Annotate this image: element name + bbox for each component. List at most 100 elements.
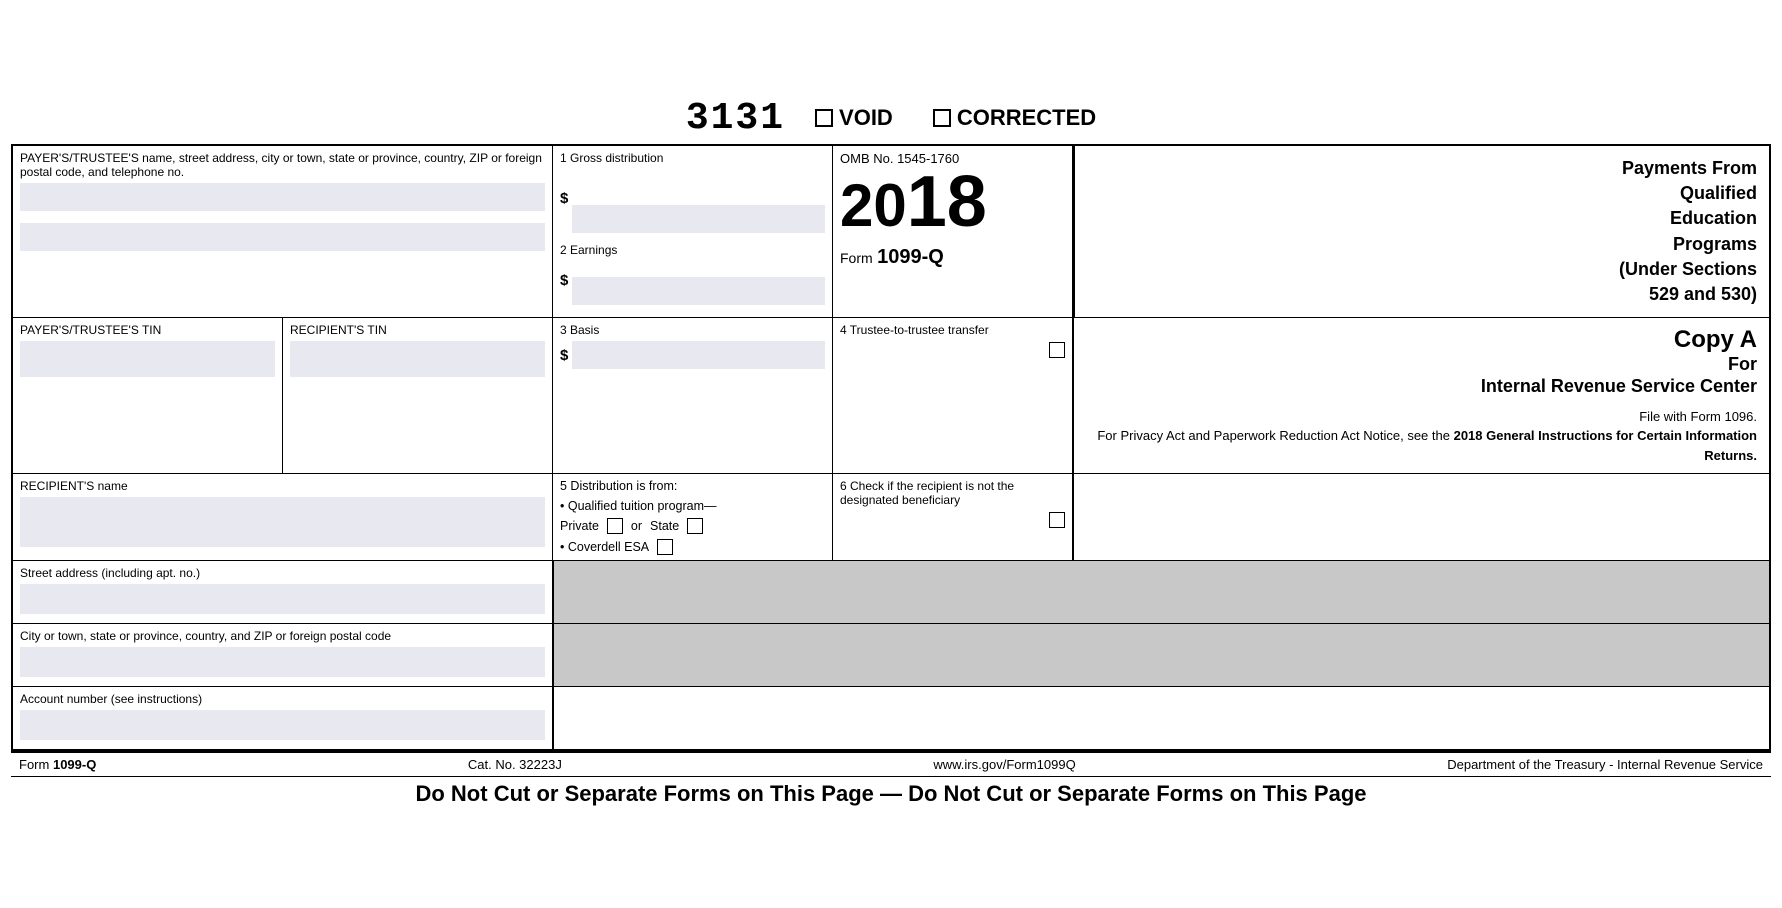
city-input[interactable]	[20, 647, 545, 677]
recipient-tin-input[interactable]	[290, 341, 545, 377]
void-checkbox[interactable]	[815, 109, 833, 127]
basis-cell: 3 Basis $	[553, 318, 833, 473]
state-label: State	[650, 519, 679, 533]
gray-cell-r6	[553, 687, 1769, 749]
private-checkbox[interactable]	[607, 518, 623, 534]
footer-form-id-val: 1099-Q	[53, 757, 96, 772]
check-recip-checkbox[interactable]	[1049, 512, 1065, 528]
trustee-checkbox[interactable]	[1049, 342, 1065, 358]
copy-a-irs: Internal Revenue Service Center	[1086, 375, 1757, 398]
street-label: Street address (including apt. no.)	[20, 566, 545, 580]
row1: PAYER'S/TRUSTEE'S name, street address, …	[13, 146, 1769, 318]
title-line3: Education	[1087, 206, 1757, 231]
row4: Street address (including apt. no.)	[13, 561, 1769, 624]
year-display: 2018	[840, 166, 1065, 238]
qualified-label: • Qualified tuition program—	[560, 499, 825, 513]
privacy-notice: For Privacy Act and Paperwork Reduction …	[1097, 428, 1450, 443]
or-label: or	[631, 519, 642, 533]
field2-input-wrapper: $	[560, 257, 825, 305]
dist-from-cell: 5 Distribution is from: • Qualified tuit…	[553, 474, 833, 560]
coverdell-row: • Coverdell ESA	[560, 539, 825, 555]
recipient-name-cell: RECIPIENT'S name	[13, 474, 553, 560]
footer-cat: Cat. No. 32223J	[468, 757, 562, 772]
corrected-label: CORRECTED	[957, 105, 1096, 131]
title-panel: Payments From Qualified Education Progra…	[1073, 146, 1769, 317]
field4-label: 4 Trustee-to-trustee transfer	[840, 323, 1065, 337]
do-not-cut-line: Do Not Cut or Separate Forms on This Pag…	[11, 776, 1771, 811]
title-line6: 529 and 530)	[1087, 282, 1757, 307]
field1-input-wrapper: $	[560, 165, 825, 233]
footer-website: www.irs.gov/Form1099Q	[933, 757, 1075, 772]
corrected-checkbox-label[interactable]: CORRECTED	[933, 105, 1096, 131]
main-form: PAYER'S/TRUSTEE'S name, street address, …	[11, 144, 1771, 751]
earnings-input[interactable]	[572, 277, 825, 305]
trustee-cell: 4 Trustee-to-trustee transfer	[833, 318, 1073, 473]
payer-cell: PAYER'S/TRUSTEE'S name, street address, …	[13, 146, 553, 317]
coverdell-checkbox[interactable]	[657, 539, 673, 555]
copy-a-instructions: File with Form 1096. For Privacy Act and…	[1086, 407, 1757, 466]
field5-label: 5 Distribution is from:	[560, 479, 825, 493]
private-label: Private	[560, 519, 599, 533]
title-line5: (Under Sections	[1087, 257, 1757, 282]
check-recip-cell: 6 Check if the recipient is not the desi…	[833, 474, 1073, 560]
payer-tin-input[interactable]	[20, 341, 275, 377]
recipient-name-label: RECIPIENT'S name	[20, 479, 545, 493]
field6-label: 6 Check if the recipient is not the desi…	[840, 479, 1065, 507]
omb-cell: OMB No. 1545-1760 2018 Form 1099-Q	[833, 146, 1073, 317]
dist-from-section: 5 Distribution is from: • Qualified tuit…	[560, 479, 825, 555]
year-18: 18	[907, 162, 987, 242]
field3-input-wrapper: $	[560, 341, 825, 369]
account-cell: Account number (see instructions)	[13, 687, 553, 749]
row3: RECIPIENT'S name 5 Distribution is from:…	[13, 474, 1769, 561]
title-line4: Programs	[1087, 232, 1757, 257]
coverdell-label: • Coverdell ESA	[560, 540, 649, 554]
row5: City or town, state or province, country…	[13, 624, 1769, 687]
row6: Account number (see instructions)	[13, 687, 1769, 749]
city-label: City or town, state or province, country…	[20, 629, 545, 643]
gray-cell-r4	[553, 561, 1769, 623]
recipient-tin-cell: RECIPIENT'S TIN	[283, 318, 553, 473]
dollar-sign-3: $	[560, 347, 568, 364]
file-with: File with Form 1096.	[1639, 409, 1757, 424]
account-input[interactable]	[20, 710, 545, 740]
copy-a-cell: Copy A For Internal Revenue Service Cent…	[1073, 318, 1769, 473]
field1-label: 1 Gross distribution	[560, 151, 825, 165]
copy-a-title: Copy A	[1086, 326, 1757, 354]
recipient-tin-label: RECIPIENT'S TIN	[290, 323, 545, 337]
form-id: 1099-Q	[877, 246, 944, 268]
title-line2: Qualified	[1087, 181, 1757, 206]
gray-cell-r5	[553, 624, 1769, 686]
copy-a-cell-r3	[1073, 474, 1769, 560]
void-checkbox-label[interactable]: VOID	[815, 105, 893, 131]
payer-label: PAYER'S/TRUSTEE'S name, street address, …	[20, 151, 545, 179]
footer-row: Form 1099-Q Cat. No. 32223J www.irs.gov/…	[11, 751, 1771, 776]
row2: PAYER'S/TRUSTEE'S TIN RECIPIENT'S TIN 3 …	[13, 318, 1769, 474]
street-cell: Street address (including apt. no.)	[13, 561, 553, 623]
form-id-area: Form 1099-Q	[840, 246, 1065, 269]
dollar-sign-2: $	[560, 272, 568, 289]
recipient-name-input[interactable]	[20, 497, 545, 547]
form-prefix: Form	[840, 250, 873, 266]
payer-tin-label: PAYER'S/TRUSTEE'S TIN	[20, 323, 275, 337]
year-20: 20	[840, 172, 907, 239]
year-instructions: 2018 General Instructions for Certain In…	[1454, 428, 1757, 463]
field2-label: 2 Earnings	[560, 243, 825, 257]
private-state-row: Private or State	[560, 518, 825, 534]
payer-input2[interactable]	[20, 223, 545, 251]
gross-dist-input[interactable]	[572, 205, 825, 233]
footer-dept: Department of the Treasury - Internal Re…	[1447, 757, 1763, 772]
corrected-checkbox[interactable]	[933, 109, 951, 127]
dollar-sign-1: $	[560, 190, 568, 207]
street-input[interactable]	[20, 584, 545, 614]
field3-label: 3 Basis	[560, 323, 825, 337]
title-line1: Payments From	[1087, 156, 1757, 181]
form-number-header: 3131	[686, 97, 785, 140]
copy-a-for: For	[1086, 354, 1757, 375]
footer-form-id: Form 1099-Q	[19, 757, 96, 772]
gross-dist-cell: 1 Gross distribution $ 2 Earnings $	[553, 146, 833, 317]
footer-form-label: Form	[19, 757, 49, 772]
basis-input[interactable]	[572, 341, 825, 369]
account-label: Account number (see instructions)	[20, 692, 545, 706]
state-checkbox[interactable]	[687, 518, 703, 534]
payer-input[interactable]	[20, 183, 545, 211]
